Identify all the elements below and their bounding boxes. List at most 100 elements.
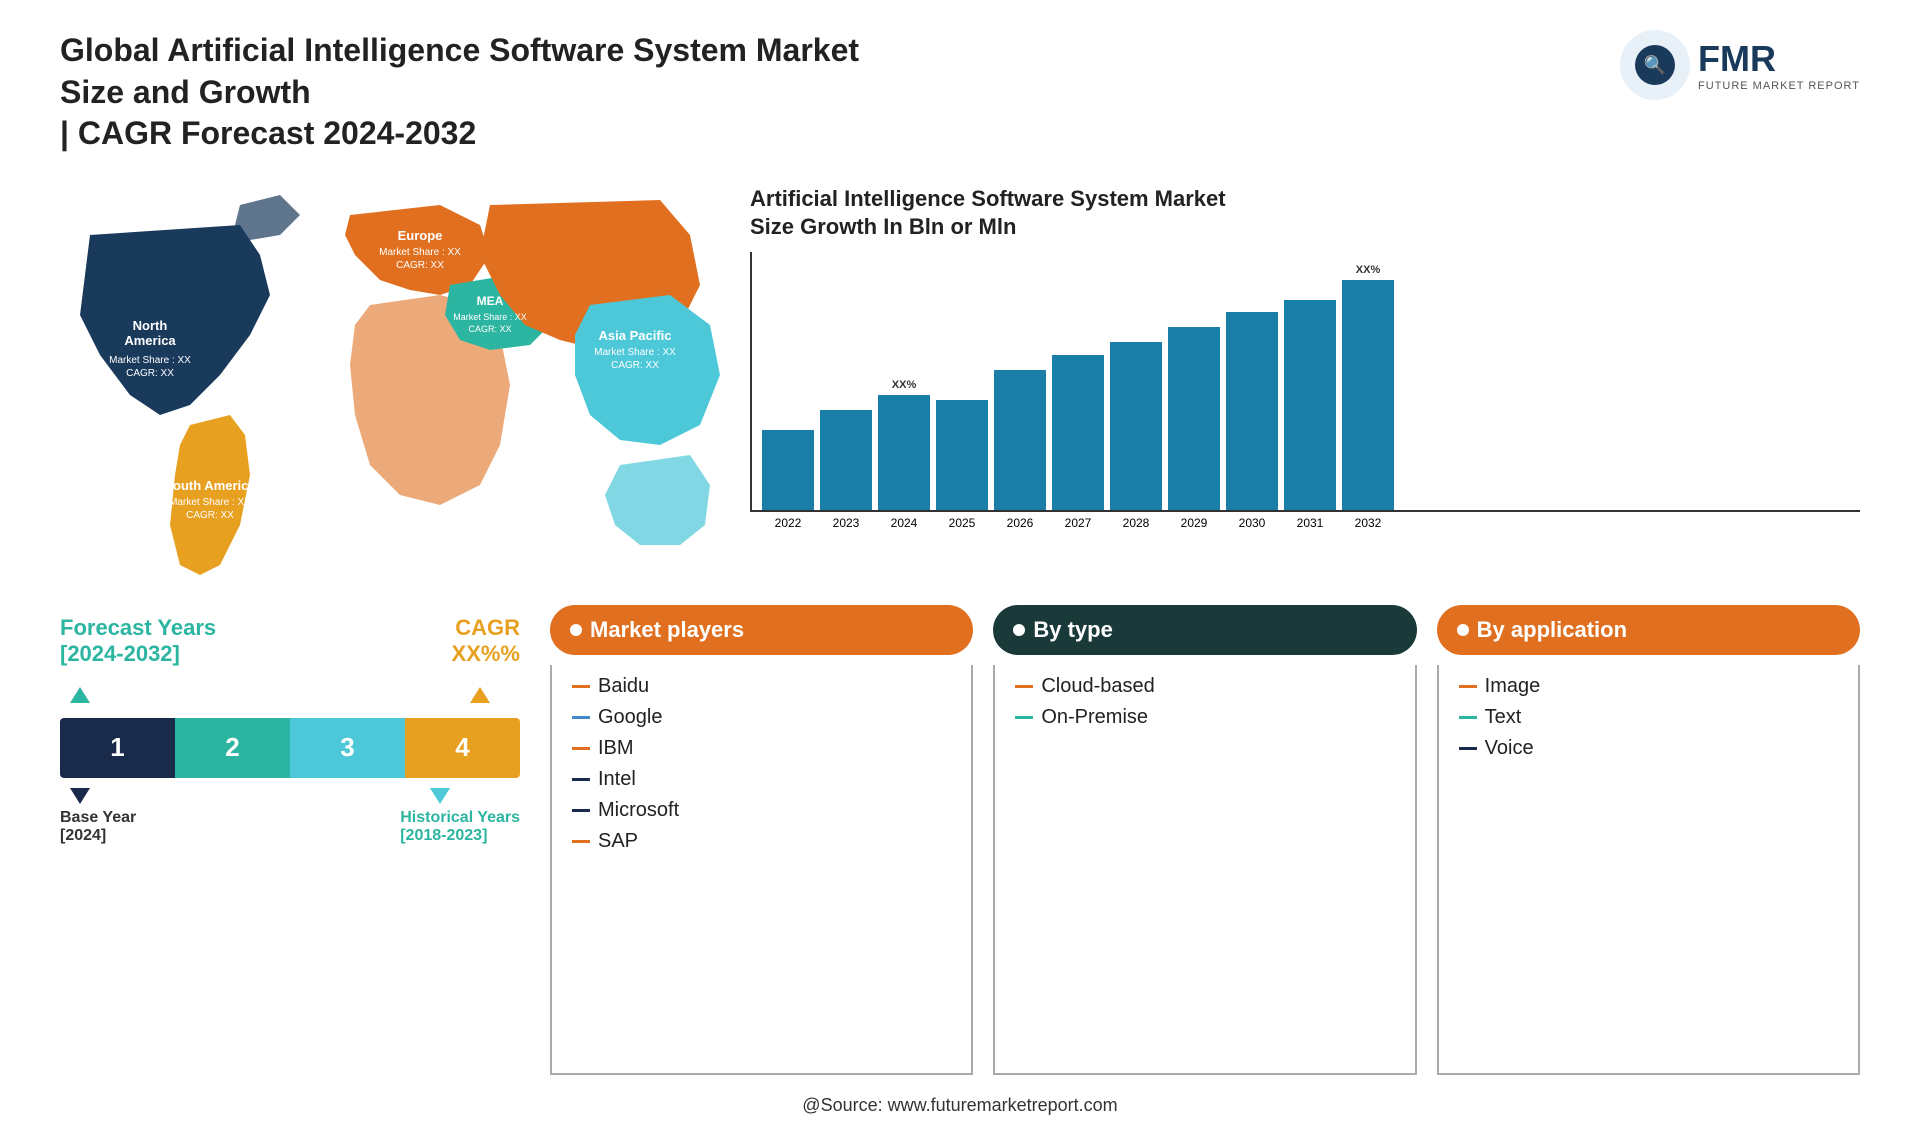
- by-application-dot: [1457, 624, 1469, 636]
- bar-2030: [1226, 308, 1278, 510]
- year-label-2022: 2022: [762, 516, 814, 530]
- dash-icon: [1459, 685, 1477, 688]
- arrow-down-dark: [70, 788, 90, 809]
- bar-2022: [762, 426, 814, 510]
- logo-fmr: FMR: [1698, 38, 1776, 80]
- dash-icon: [572, 685, 590, 688]
- market-players-header: Market players: [550, 605, 973, 655]
- base-year-label: Base Year: [60, 809, 136, 827]
- bar-2025: [936, 396, 988, 510]
- svg-text:North: North: [133, 318, 168, 333]
- svg-text:CAGR: XX: CAGR: XX: [611, 360, 659, 371]
- list-item: Intel: [572, 768, 961, 791]
- arrow-up-teal: [70, 687, 90, 708]
- timeline-up-arrows: [60, 687, 520, 708]
- bar-2031: [1284, 296, 1336, 510]
- year-label-2027: 2027: [1052, 516, 1104, 530]
- by-type-label: By type: [1033, 617, 1112, 643]
- dash-icon: [1459, 747, 1477, 750]
- dash-icon: [572, 716, 590, 719]
- by-type-box: By type Cloud-based On-Premise: [993, 605, 1416, 1075]
- map-svg: North America Market Share : XX CAGR: XX…: [60, 175, 720, 585]
- svg-text:America: America: [124, 333, 176, 348]
- list-item: IBM: [572, 737, 961, 760]
- svg-text:MEA: MEA: [477, 294, 504, 308]
- dash-icon: [1015, 716, 1033, 719]
- logo-subtitle: FUTURE MARKET REPORT: [1698, 80, 1860, 92]
- timeline-segment-1: 1: [60, 718, 175, 778]
- list-item: Cloud-based: [1015, 675, 1404, 698]
- svg-text:CAGR: XX: CAGR: XX: [396, 260, 444, 271]
- market-players-dot: [570, 624, 582, 636]
- page-title: Global Artificial Intelligence Software …: [60, 30, 860, 155]
- header: Global Artificial Intelligence Software …: [60, 30, 1860, 155]
- svg-text:Market Share : XX: Market Share : XX: [379, 247, 461, 258]
- bar-2024: XX%: [878, 379, 930, 510]
- svg-text:Asia Pacific: Asia Pacific: [599, 328, 672, 343]
- svg-text:Market Share : XX: Market Share : XX: [453, 312, 527, 322]
- world-map: North America Market Share : XX CAGR: XX…: [60, 175, 720, 590]
- dash-icon: [572, 747, 590, 750]
- market-players-box: Market players Baidu Google IBM Intel Mi…: [550, 605, 973, 1075]
- top-row: North America Market Share : XX CAGR: XX…: [60, 175, 1860, 590]
- svg-text:CAGR: XX: CAGR: XX: [126, 368, 174, 379]
- svg-text:Market Share : XX: Market Share : XX: [169, 497, 251, 508]
- list-item: Image: [1459, 675, 1848, 698]
- historical-year-label: Historical Years: [400, 809, 520, 827]
- dash-icon: [572, 778, 590, 781]
- svg-text:Europe: Europe: [398, 228, 443, 243]
- base-year-group: Base Year [2024]: [60, 809, 136, 845]
- base-year-value: [2024]: [60, 827, 136, 845]
- list-item: On-Premise: [1015, 706, 1404, 729]
- historical-year-group: Historical Years [2018-2023]: [400, 809, 520, 845]
- forecast-years: [2024-2032]: [60, 641, 216, 667]
- cagr-value: XX%%: [452, 641, 520, 667]
- year-label-2030: 2030: [1226, 516, 1278, 530]
- timeline-segment-3: 3: [290, 718, 405, 778]
- bottom-row: Forecast Years [2024-2032] CAGR XX%%: [60, 605, 1860, 1075]
- svg-text:Market Share : XX: Market Share : XX: [109, 355, 191, 366]
- year-label-2029: 2029: [1168, 516, 1220, 530]
- year-label-2028: 2028: [1110, 516, 1162, 530]
- by-type-list: Cloud-based On-Premise: [1005, 675, 1404, 729]
- source-text: @Source: www.futuremarketreport.com: [802, 1095, 1117, 1115]
- bar-2032: XX%: [1342, 264, 1394, 510]
- bar-2023: [820, 406, 872, 510]
- list-item: Text: [1459, 706, 1848, 729]
- source-footer: @Source: www.futuremarketreport.com: [60, 1085, 1860, 1116]
- dash-icon: [572, 840, 590, 843]
- dash-icon: [1459, 716, 1477, 719]
- year-label-2031: 2031: [1284, 516, 1336, 530]
- arrow-down-blue: [430, 788, 450, 809]
- list-item: Google: [572, 706, 961, 729]
- dash-icon: [1015, 685, 1033, 688]
- timeline-segment-4: 4: [405, 718, 520, 778]
- chart-title: Artificial Intelligence Software System …: [750, 185, 1250, 242]
- categories-section: Market players Baidu Google IBM Intel Mi…: [550, 605, 1860, 1075]
- timeline-bar: 1 2 3 4: [60, 718, 520, 778]
- by-application-label: By application: [1477, 617, 1627, 643]
- list-item: SAP: [572, 830, 961, 853]
- historical-year-value: [2018-2023]: [400, 827, 520, 845]
- year-label-2032: 2032: [1342, 516, 1394, 530]
- page: Global Artificial Intelligence Software …: [0, 0, 1920, 1146]
- by-application-content: Image Text Voice: [1437, 665, 1860, 1075]
- logo-text: FMR FUTURE MARKET REPORT: [1698, 38, 1860, 92]
- svg-text:🔍: 🔍: [1643, 53, 1665, 75]
- by-type-content: Cloud-based On-Premise: [993, 665, 1416, 1075]
- by-application-header: By application: [1437, 605, 1860, 655]
- list-item: Baidu: [572, 675, 961, 698]
- year-label-2025: 2025: [936, 516, 988, 530]
- svg-text:CAGR: XX: CAGR: XX: [468, 324, 511, 334]
- forecast-cagr-header: Forecast Years [2024-2032] CAGR XX%%: [60, 615, 520, 667]
- bar-2028: [1110, 338, 1162, 510]
- market-players-list: Baidu Google IBM Intel Microsoft SAP: [562, 675, 961, 853]
- svg-text:Market Share : XX: Market Share : XX: [594, 347, 676, 358]
- timeline-segment-2: 2: [175, 718, 290, 778]
- svg-text:CAGR: XX: CAGR: XX: [186, 510, 234, 521]
- chart-container: XX%: [750, 252, 1860, 512]
- cagr-label: CAGR: [452, 615, 520, 641]
- list-item: Voice: [1459, 737, 1848, 760]
- bar-2029: [1168, 323, 1220, 510]
- year-label-2024: 2024: [878, 516, 930, 530]
